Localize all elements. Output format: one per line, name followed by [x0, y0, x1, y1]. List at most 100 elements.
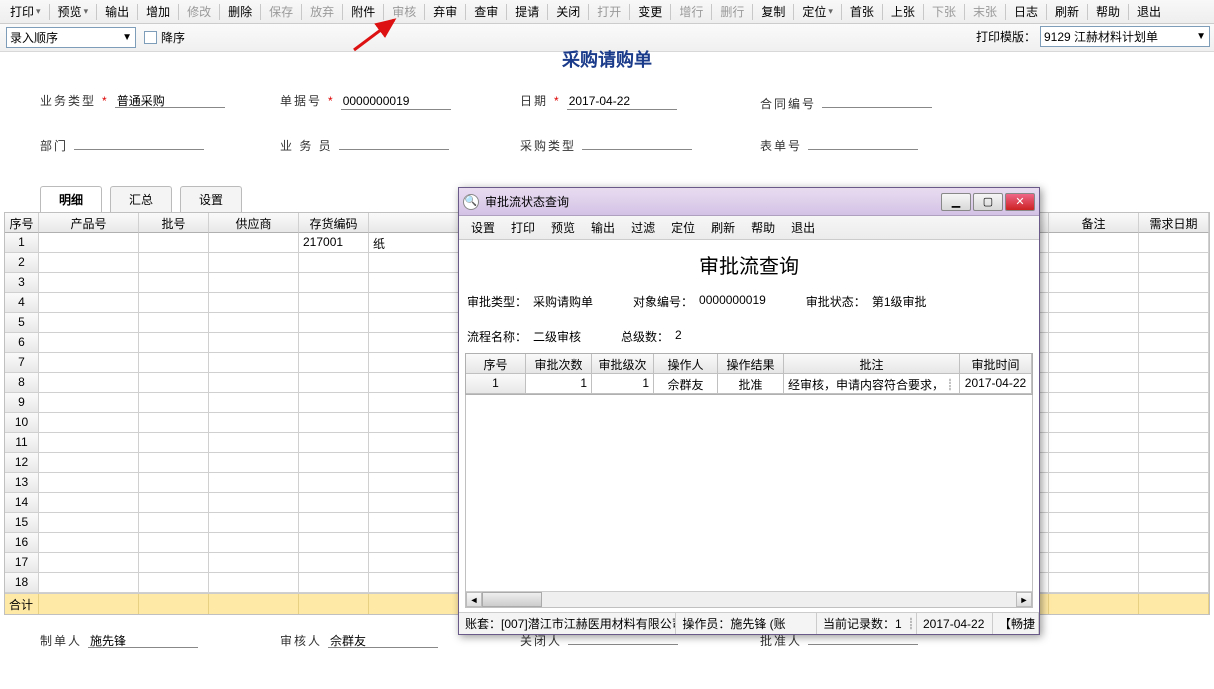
- tab-settings[interactable]: 设置: [180, 186, 242, 212]
- toolbar-帮助[interactable]: 帮助: [1090, 1, 1126, 22]
- toolbar-弃审[interactable]: 弃审: [427, 1, 463, 22]
- cell: [209, 273, 299, 293]
- cell: [1139, 353, 1209, 373]
- toolbar-日志[interactable]: 日志: [1008, 1, 1044, 22]
- label: 审批状态：: [806, 293, 866, 310]
- dialog-toolbar: 设置打印预览输出过滤定位刷新帮助退出: [459, 216, 1039, 240]
- toolbar-关闭[interactable]: 关闭: [550, 1, 586, 22]
- scroll-right-icon[interactable]: ►: [1016, 592, 1032, 607]
- cell: [299, 573, 369, 593]
- desc-checkbox[interactable]: [144, 31, 157, 44]
- toolbar-定位[interactable]: 定位: [796, 1, 839, 22]
- biz-type-input[interactable]: 普通采购: [115, 92, 225, 108]
- col-count[interactable]: 审批次数: [526, 354, 592, 374]
- col-level[interactable]: 审批级次: [592, 354, 654, 374]
- col-supplier[interactable]: 供应商: [209, 213, 299, 233]
- toolbar-提请[interactable]: 提请: [509, 1, 545, 22]
- col-batch[interactable]: 批号: [139, 213, 209, 233]
- toolbar-退出[interactable]: 退出: [1131, 1, 1167, 22]
- dialog-heading: 审批流查询: [465, 244, 1033, 289]
- purchase-type-input[interactable]: [582, 134, 692, 150]
- col-seq[interactable]: 序号: [466, 354, 526, 374]
- toolbar-查审[interactable]: 查审: [468, 1, 504, 22]
- cell: [139, 573, 209, 593]
- cell: [1139, 433, 1209, 453]
- cell: [1049, 373, 1139, 393]
- col-comment[interactable]: 批注: [784, 354, 960, 374]
- toolbar-首张[interactable]: 首张: [844, 1, 880, 22]
- status-operator: 操作员：施先锋 (账: [676, 613, 817, 634]
- scroll-left-icon[interactable]: ◄: [466, 592, 482, 607]
- scroll-thumb[interactable]: [482, 592, 542, 607]
- cell: 15: [5, 513, 39, 533]
- date-input[interactable]: 2017-04-22: [567, 94, 677, 110]
- close-button[interactable]: ✕: [1005, 193, 1035, 211]
- dlg-toolbar-过滤[interactable]: 过滤: [623, 217, 663, 238]
- formno-input[interactable]: [808, 134, 918, 150]
- col-idx[interactable]: 序号: [5, 213, 39, 233]
- col-time[interactable]: 审批时间: [960, 354, 1032, 374]
- toolbar-放弃: 放弃: [304, 1, 340, 22]
- print-template-combo[interactable]: 9129 江赫材料计划单 ▼: [1040, 26, 1210, 47]
- cell: [299, 293, 369, 313]
- cell: [1049, 473, 1139, 493]
- toolbar-刷新[interactable]: 刷新: [1049, 1, 1085, 22]
- col-note[interactable]: 备注: [1049, 213, 1139, 233]
- col-date[interactable]: 需求日期: [1139, 213, 1209, 233]
- dlg-toolbar-设置[interactable]: 设置: [463, 217, 503, 238]
- toolbar-增加[interactable]: 增加: [140, 1, 176, 22]
- clerk-input[interactable]: [339, 134, 449, 150]
- col-result[interactable]: 操作结果: [718, 354, 784, 374]
- dlg-toolbar-打印[interactable]: 打印: [503, 217, 543, 238]
- cell: [39, 393, 139, 413]
- toolbar-删除[interactable]: 删除: [222, 1, 258, 22]
- dlg-toolbar-输出[interactable]: 输出: [583, 217, 623, 238]
- toolbar-separator: [1046, 4, 1047, 20]
- cell: [139, 433, 209, 453]
- toolbar-separator: [752, 4, 753, 20]
- tab-summary[interactable]: 汇总: [110, 186, 172, 212]
- dlg-toolbar-刷新[interactable]: 刷新: [703, 217, 743, 238]
- cell: [1139, 293, 1209, 313]
- horizontal-scrollbar[interactable]: ◄ ►: [466, 591, 1032, 607]
- col-prod[interactable]: 产品号: [39, 213, 139, 233]
- toolbar-附件[interactable]: 附件: [345, 1, 381, 22]
- dlg-toolbar-定位[interactable]: 定位: [663, 217, 703, 238]
- table-row[interactable]: 1 1 1 佘群友 批准 经审核，申请内容符合要求，┊ 2017-04-22: [466, 374, 1032, 394]
- toolbar-打印[interactable]: 打印: [4, 1, 47, 22]
- cell: [299, 513, 369, 533]
- cell: [39, 433, 139, 453]
- minimize-button[interactable]: ▁: [941, 193, 971, 211]
- toolbar-复制[interactable]: 复制: [755, 1, 791, 22]
- cell: [209, 493, 299, 513]
- toolbar-输出[interactable]: 输出: [99, 1, 135, 22]
- cell: 1: [5, 233, 39, 253]
- docno-input[interactable]: 0000000019: [341, 94, 451, 110]
- label: 日期: [520, 92, 548, 109]
- toolbar-separator: [923, 4, 924, 20]
- dlg-toolbar-退出[interactable]: 退出: [783, 217, 823, 238]
- dept-input[interactable]: [74, 134, 204, 150]
- toolbar-预览[interactable]: 预览: [52, 1, 95, 22]
- field-biz-type: 业务类型 * 普通采购: [40, 92, 240, 112]
- status-count: 当前记录数：1 ┊: [817, 613, 917, 634]
- toolbar-separator: [260, 4, 261, 20]
- tab-detail[interactable]: 明细: [40, 186, 102, 212]
- dialog-titlebar[interactable]: 🔍 审批流状态查询 ▁ ▢ ✕: [459, 188, 1039, 216]
- col-operator[interactable]: 操作人: [654, 354, 718, 374]
- sort-combo[interactable]: 录入顺序 ▼: [6, 27, 136, 48]
- cell: [209, 373, 299, 393]
- contract-input[interactable]: [822, 92, 932, 108]
- cell: 11: [5, 433, 39, 453]
- col-inv[interactable]: 存货编码: [299, 213, 369, 233]
- dlg-toolbar-预览[interactable]: 预览: [543, 217, 583, 238]
- toolbar-上张[interactable]: 上张: [885, 1, 921, 22]
- dlg-toolbar-帮助[interactable]: 帮助: [743, 217, 783, 238]
- toolbar-变更[interactable]: 变更: [632, 1, 668, 22]
- maximize-button[interactable]: ▢: [973, 193, 1003, 211]
- cell: [1139, 493, 1209, 513]
- cell: [1139, 473, 1209, 493]
- cell: [1049, 393, 1139, 413]
- cell: [299, 253, 369, 273]
- toolbar-separator: [793, 4, 794, 20]
